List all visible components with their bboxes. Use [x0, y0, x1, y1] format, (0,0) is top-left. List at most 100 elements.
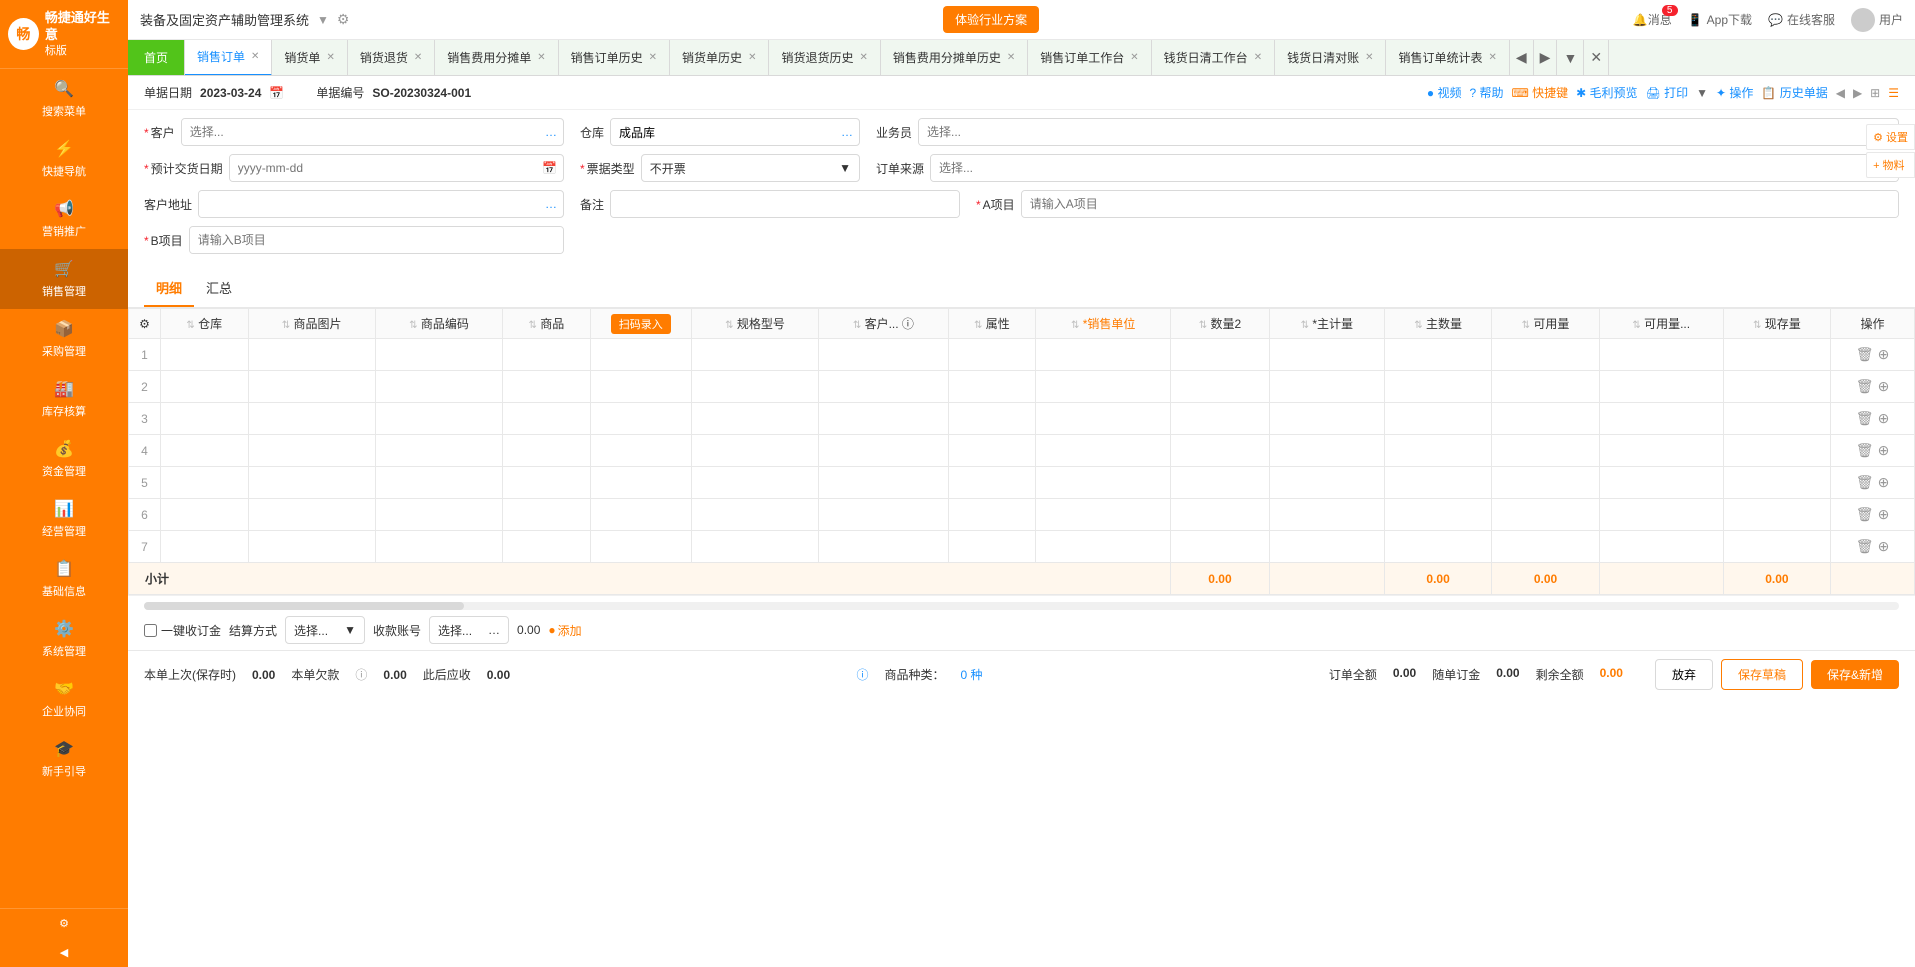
col-image[interactable]: ⇅ 商品图片	[248, 309, 375, 339]
row-5-product[interactable]	[503, 467, 591, 499]
scroll-container[interactable]	[144, 602, 1899, 610]
row-5-warehouse[interactable]	[161, 467, 249, 499]
row-4-code[interactable]	[375, 435, 502, 467]
sidebar-item-enterprise[interactable]: 🤝 企业协同	[0, 669, 128, 729]
row-6-attribute[interactable]	[948, 499, 1036, 531]
message-icon[interactable]: 🔔 5 消息	[1633, 11, 1672, 28]
sidebar-item-inventory[interactable]: 🏭 库存核算	[0, 369, 128, 429]
sidebar-item-finance[interactable]: 💰 资金管理	[0, 429, 128, 489]
user-avatar[interactable]: 用户	[1851, 8, 1903, 32]
row-6-product[interactable]	[503, 499, 591, 531]
row-5-spec[interactable]	[691, 467, 818, 499]
tab-sales-fee-close[interactable]: ✕	[537, 52, 545, 63]
sidebar-item-operations[interactable]: 📊 经营管理	[0, 489, 128, 549]
row-4-spec[interactable]	[691, 435, 818, 467]
tab-sales-fee[interactable]: 销售费用分摊单 ✕	[435, 40, 558, 76]
col-stock[interactable]: ⇅ 现存量	[1723, 309, 1830, 339]
col-spec[interactable]: ⇅ 规格型号	[691, 309, 818, 339]
tab-cash-daily-workbench[interactable]: 钱货日清工作台 ✕	[1152, 40, 1275, 76]
row-2-product[interactable]	[503, 371, 591, 403]
row-4-sales-unit[interactable]	[1036, 435, 1171, 467]
row-2-delete-icon[interactable]: 🗑	[1856, 378, 1874, 395]
tab-menu-btn[interactable]: ▼	[1557, 40, 1584, 75]
row-5-copy-icon[interactable]: ⊕	[1878, 474, 1890, 491]
tab-sales-refund-history[interactable]: 销货退货历史 ✕	[769, 40, 880, 76]
tab-home[interactable]: 首页	[128, 40, 185, 76]
row-3-code[interactable]	[375, 403, 502, 435]
date-picker-icon[interactable]: 📅	[536, 161, 563, 175]
warehouse-input[interactable]	[611, 119, 835, 145]
tab-sales-refund[interactable]: 销货退货 ✕	[348, 40, 435, 76]
col-available[interactable]: ⇅ 可用量	[1492, 309, 1599, 339]
row-3-attribute[interactable]	[948, 403, 1036, 435]
settings-side-button[interactable]: ⚙ 设置	[1866, 124, 1915, 150]
tab-sales-order-history[interactable]: 销售订单历史 ✕	[559, 40, 670, 76]
sidebar-item-purchase[interactable]: 📦 采购管理	[0, 309, 128, 369]
row-6-spec[interactable]	[691, 499, 818, 531]
row-5-main-qty[interactable]	[1384, 467, 1491, 499]
row-3-warehouse[interactable]	[161, 403, 249, 435]
tab-cash-reconcile-close[interactable]: ✕	[1365, 52, 1373, 63]
row-4-main-qty[interactable]	[1384, 435, 1491, 467]
row-4-copy-icon[interactable]: ⊕	[1878, 442, 1890, 459]
tab-prev-btn[interactable]: ◀	[1510, 40, 1534, 75]
current-info-icon[interactable]: ⓘ	[355, 666, 367, 683]
tab-sales-refund-close[interactable]: ✕	[414, 52, 422, 63]
tab-sales-order[interactable]: 销售订单 ✕	[185, 40, 272, 76]
tab-sales-order-history-close[interactable]: ✕	[649, 52, 657, 63]
customer-input[interactable]	[182, 119, 539, 145]
row-4-product[interactable]	[503, 435, 591, 467]
row-6-copy-icon[interactable]: ⊕	[1878, 506, 1890, 523]
delivery-date-input[interactable]	[230, 155, 536, 181]
row-6-main-qty[interactable]	[1384, 499, 1491, 531]
settlement-select[interactable]: 选择... ▼	[285, 616, 365, 644]
tab-detail[interactable]: 明细	[144, 270, 194, 307]
col-attribute[interactable]: ⇅ 属性	[948, 309, 1036, 339]
tab-sales-fee-history[interactable]: 销售费用分摊单历史 ✕	[881, 40, 1028, 76]
operations-link[interactable]: ✦ 操作	[1716, 84, 1753, 101]
row-6-code[interactable]	[375, 499, 502, 531]
row-5-sales-unit[interactable]	[1036, 467, 1171, 499]
grid-view-btn[interactable]: ⊞	[1870, 86, 1880, 100]
col-main-qty[interactable]: ⇅ 主数量	[1384, 309, 1491, 339]
col-main-unit[interactable]: ⇅ *主计量	[1269, 309, 1384, 339]
add-payment-btn[interactable]: ● 添加	[548, 622, 581, 639]
scroll-thumb[interactable]	[144, 602, 464, 610]
a-project-input[interactable]	[1022, 191, 1898, 217]
row-6-delete-icon[interactable]: 🗑	[1856, 506, 1874, 523]
row-2-code[interactable]	[375, 371, 502, 403]
sidebar-collapse-btn[interactable]: ◀	[0, 938, 128, 967]
row-3-qty2[interactable]	[1171, 403, 1270, 435]
row-4-attribute[interactable]	[948, 435, 1036, 467]
invoice-type-select[interactable]: 不开票 ▼	[641, 154, 860, 182]
row-6-warehouse[interactable]	[161, 499, 249, 531]
sidebar-item-quick[interactable]: ⚡ 快捷导航	[0, 129, 128, 189]
row-3-sales-unit[interactable]	[1036, 403, 1171, 435]
profit-preview-link[interactable]: ✱ 毛利预览	[1576, 84, 1637, 101]
row-7-main-qty[interactable]	[1384, 531, 1491, 563]
col-sales-unit[interactable]: ⇅ *销售单位	[1036, 309, 1171, 339]
history-prev-btn[interactable]: ◀	[1836, 86, 1845, 100]
print-link[interactable]: 🖨 打印	[1646, 84, 1689, 101]
row-5-code[interactable]	[375, 467, 502, 499]
calendar-icon[interactable]: 📅	[269, 86, 284, 100]
row-2-warehouse[interactable]	[161, 371, 249, 403]
row-1-delete-icon[interactable]: 🗑	[1856, 346, 1874, 363]
row-7-product[interactable]	[503, 531, 591, 563]
row-3-product[interactable]	[503, 403, 591, 435]
row-5-qty2[interactable]	[1171, 467, 1270, 499]
customer-dots-btn[interactable]: …	[539, 125, 563, 139]
salesperson-input[interactable]	[919, 119, 1874, 145]
goods-count-info-icon[interactable]: ⓘ	[856, 666, 868, 683]
col-product[interactable]: ⇅ 商品	[503, 309, 591, 339]
sidebar-settings-btn[interactable]: ⚙	[0, 909, 128, 938]
tab-next-btn[interactable]: ▶	[1534, 40, 1558, 75]
customer-addr-dots-btn[interactable]: …	[539, 197, 563, 211]
tab-sales-return-history[interactable]: 销货单历史 ✕	[670, 40, 769, 76]
row-6-sales-unit[interactable]	[1036, 499, 1171, 531]
receipt-account-select[interactable]: 选择... …	[429, 616, 509, 644]
row-7-copy-icon[interactable]: ⊕	[1878, 538, 1890, 555]
save-new-button[interactable]: 保存&新增	[1811, 660, 1899, 689]
row-1-sales-unit[interactable]	[1036, 339, 1171, 371]
row-2-main-qty[interactable]	[1384, 371, 1491, 403]
